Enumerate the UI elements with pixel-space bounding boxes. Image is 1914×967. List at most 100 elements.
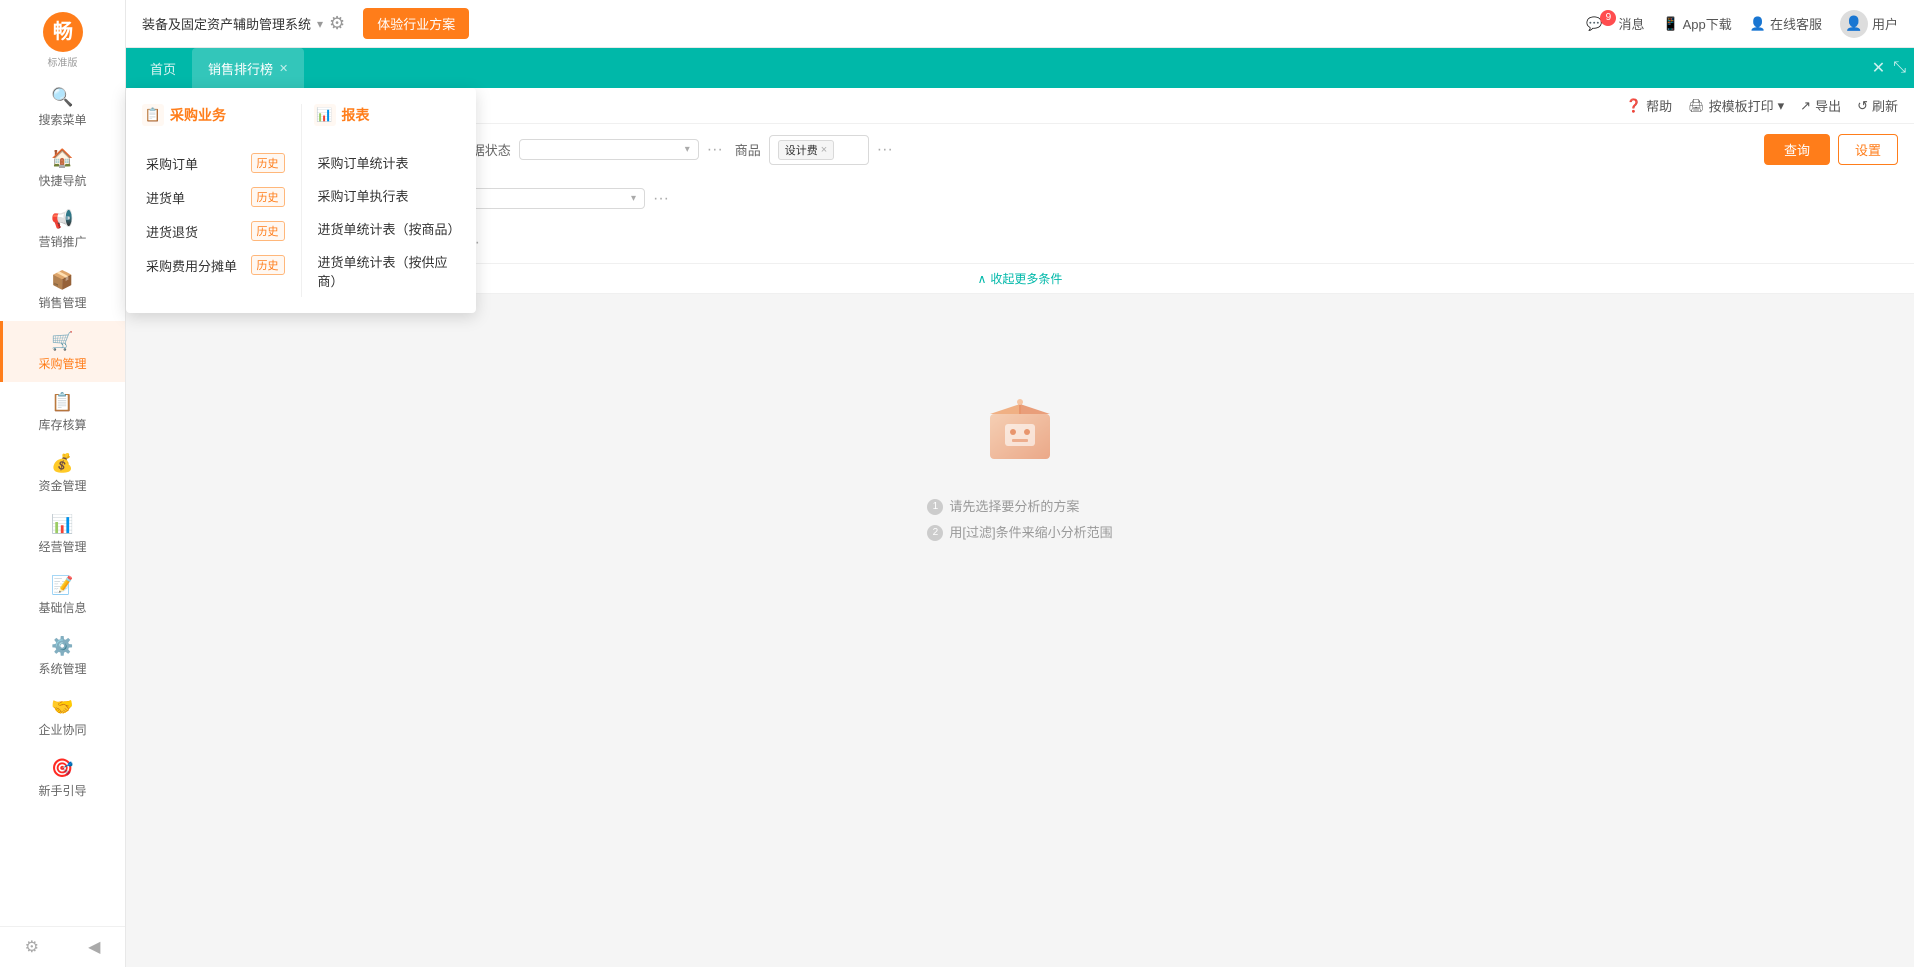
- sidebar-item-basicinfo-label: 基础信息: [38, 599, 86, 616]
- report-col-label: 报表: [342, 105, 370, 125]
- salesperson-caret: ▾: [631, 193, 636, 204]
- dropdown-divider: [301, 104, 302, 297]
- dropdown-purchase-col: 📋 采购业务 采购订单 历史 进货单 历史 进货退货 历史 采购费用分摊单 历史: [142, 104, 289, 297]
- sidebar-item-quicknav-label: 快捷导航: [38, 172, 86, 189]
- user-label: 用户: [1872, 14, 1898, 33]
- topbar-app-download[interactable]: 📱 App下载: [1662, 14, 1731, 33]
- sidebar-item-operations-label: 经营管理: [38, 538, 86, 555]
- dropdown-item-inbound[interactable]: 进货单 历史: [142, 180, 289, 214]
- tab-home[interactable]: 首页: [134, 48, 192, 88]
- sidebar-item-system[interactable]: ⚙️ 系统管理: [0, 626, 125, 687]
- print-arrow-icon: ▾: [1778, 98, 1785, 114]
- help-label: 帮助: [1646, 96, 1672, 115]
- sidebar-item-guide-label: 新手引导: [38, 782, 86, 799]
- topbar-title-area: 装备及固定资产辅助管理系统 ▾ ⚙ 体验行业方案: [142, 8, 1586, 39]
- empty-tip-1: 1 请先选择要分析的方案: [927, 494, 1112, 520]
- salesperson-select[interactable]: ▾: [465, 188, 645, 209]
- toolbar-refresh[interactable]: ↺ 刷新: [1857, 96, 1898, 115]
- topbar-system-title: 装备及固定资产辅助管理系统: [142, 14, 311, 33]
- sidebar-item-operations[interactable]: 📊 经营管理: [0, 504, 125, 565]
- topbar-message[interactable]: 💬 9 消息: [1586, 14, 1644, 33]
- setting-button[interactable]: 设置: [1838, 134, 1898, 165]
- help-icon: ❓: [1626, 98, 1642, 114]
- toolbar-export[interactable]: ↗ 导出: [1800, 96, 1841, 115]
- query-button[interactable]: 查询: [1764, 134, 1830, 165]
- inbound-badge: 历史: [251, 187, 285, 207]
- purchase-col-label: 采购业务: [170, 105, 226, 125]
- goods-input[interactable]: 设计费 ×: [769, 135, 869, 165]
- doc-status-ellipsis[interactable]: ···: [707, 141, 723, 159]
- tabbar-maximize-icon[interactable]: ⤡: [1893, 59, 1906, 77]
- dropdown-report-title: 📊 报表: [314, 104, 461, 134]
- home-icon: 🏠: [51, 148, 73, 169]
- goods-label: 商品: [735, 140, 761, 159]
- tab-home-label: 首页: [150, 59, 176, 78]
- refresh-label: 刷新: [1872, 96, 1898, 115]
- collapse-label: 收起更多条件: [990, 270, 1062, 287]
- toolbar-help[interactable]: ❓ 帮助: [1626, 96, 1672, 115]
- sidebar-menu: 🔍 搜索菜单 🏠 快捷导航 📢 营销推广 📦 销售管理 🛒 采购管理 📋 库存核…: [0, 77, 125, 926]
- report-col-icon: 📊: [314, 104, 336, 126]
- dropdown-item-inbound-stats-supplier[interactable]: 进货单统计表（按供应商）: [314, 245, 461, 297]
- sidebar-item-purchase-label: 采购管理: [38, 355, 86, 372]
- topbar-online-service[interactable]: 👤 在线客服: [1750, 14, 1822, 33]
- toolbar-print[interactable]: 🖨 按模板打印 ▾: [1688, 96, 1784, 115]
- sidebar-settings-btn[interactable]: ⚙: [25, 937, 39, 957]
- dropdown-item-order-exec[interactable]: 采购订单执行表: [314, 179, 461, 212]
- topbar-user[interactable]: 👤 用户: [1840, 10, 1898, 38]
- sidebar-item-sales[interactable]: 📦 销售管理: [0, 260, 125, 321]
- sidebar-item-enterprise[interactable]: 🤝 企业协同: [0, 687, 125, 748]
- tab-sales-rank[interactable]: 销售排行榜 ✕: [192, 48, 304, 88]
- topbar-title-arrow: ▾: [317, 17, 323, 31]
- print-icon: 🖨: [1688, 98, 1705, 114]
- search-icon: 🔍: [51, 87, 73, 108]
- empty-state-icon: [970, 374, 1070, 474]
- dropdown-item-return[interactable]: 进货退货 历史: [142, 214, 289, 248]
- tab-sales-rank-close[interactable]: ✕: [279, 62, 288, 75]
- dropdown-item-inbound-stats-goods[interactable]: 进货单统计表（按商品）: [314, 212, 461, 245]
- dropdown-item-order-stats[interactable]: 采购订单统计表: [314, 146, 461, 179]
- tabbar-close-icon[interactable]: ✕: [1872, 58, 1885, 78]
- sidebar-item-inventory[interactable]: 📋 库存核算: [0, 382, 125, 443]
- sidebar-collapse-btn[interactable]: ◀: [88, 937, 100, 957]
- purchase-order-badge: 历史: [251, 153, 285, 173]
- sidebar-item-search[interactable]: 🔍 搜索菜单: [0, 77, 125, 138]
- sidebar-item-purchase[interactable]: 🛒 采购管理: [0, 321, 125, 382]
- dropdown-item-purchase-order[interactable]: 采购订单 历史: [142, 146, 289, 180]
- sidebar-item-quicknav[interactable]: 🏠 快捷导航: [0, 138, 125, 199]
- tabbar-actions: ✕ ⤡: [1872, 58, 1906, 78]
- svg-text:畅: 畅: [53, 19, 73, 43]
- sidebar-item-marketing[interactable]: 📢 营销推广: [0, 199, 125, 260]
- user-avatar: 👤: [1840, 10, 1868, 38]
- sidebar-item-enterprise-label: 企业协同: [38, 721, 86, 738]
- app-logo-icon: 畅: [43, 12, 83, 52]
- topbar-settings-icon[interactable]: ⚙: [329, 13, 345, 34]
- basicinfo-icon: 📝: [51, 575, 73, 596]
- sidebar-item-inventory-label: 库存核算: [38, 416, 86, 433]
- doc-status-select[interactable]: ▾: [519, 139, 699, 160]
- doc-status-caret: ▾: [685, 144, 690, 155]
- sidebar-logo: 畅 标准版: [0, 0, 125, 77]
- topbar-industry-btn[interactable]: 体验行业方案: [363, 8, 469, 39]
- sidebar-item-finance-label: 资金管理: [38, 477, 86, 494]
- purchase-col-icon: 📋: [142, 104, 164, 126]
- sidebar-item-sales-label: 销售管理: [38, 294, 86, 311]
- app-download-label: App下载: [1683, 14, 1732, 33]
- salesperson-ellipsis[interactable]: ···: [653, 190, 669, 208]
- goods-tag-label: 设计费: [785, 142, 818, 158]
- dropdown-item-expense[interactable]: 采购费用分摊单 历史: [142, 248, 289, 282]
- empty-tip-2: 2 用[过滤]条件来缩小分析范围: [927, 520, 1112, 546]
- message-label: 消息: [1618, 14, 1644, 33]
- refresh-icon: ↺: [1857, 98, 1868, 114]
- online-service-icon: 👤: [1750, 16, 1766, 32]
- sidebar-bottom: ⚙ ◀: [0, 926, 125, 967]
- marketing-icon: 📢: [51, 209, 73, 230]
- dropdown-report-col: 📊 报表 采购订单统计表 采购订单执行表 进货单统计表（按商品） 进货单统计表（…: [314, 104, 461, 297]
- sidebar-item-finance[interactable]: 💰 资金管理: [0, 443, 125, 504]
- topbar: 装备及固定资产辅助管理系统 ▾ ⚙ 体验行业方案 💬 9 消息 📱 App下载 …: [126, 0, 1914, 48]
- finance-icon: 💰: [51, 453, 73, 474]
- sidebar-item-basicinfo[interactable]: 📝 基础信息: [0, 565, 125, 626]
- goods-tag-remove[interactable]: ×: [821, 144, 827, 156]
- sidebar-item-guide[interactable]: 🎯 新手引导: [0, 748, 125, 809]
- goods-ellipsis[interactable]: ···: [877, 141, 893, 159]
